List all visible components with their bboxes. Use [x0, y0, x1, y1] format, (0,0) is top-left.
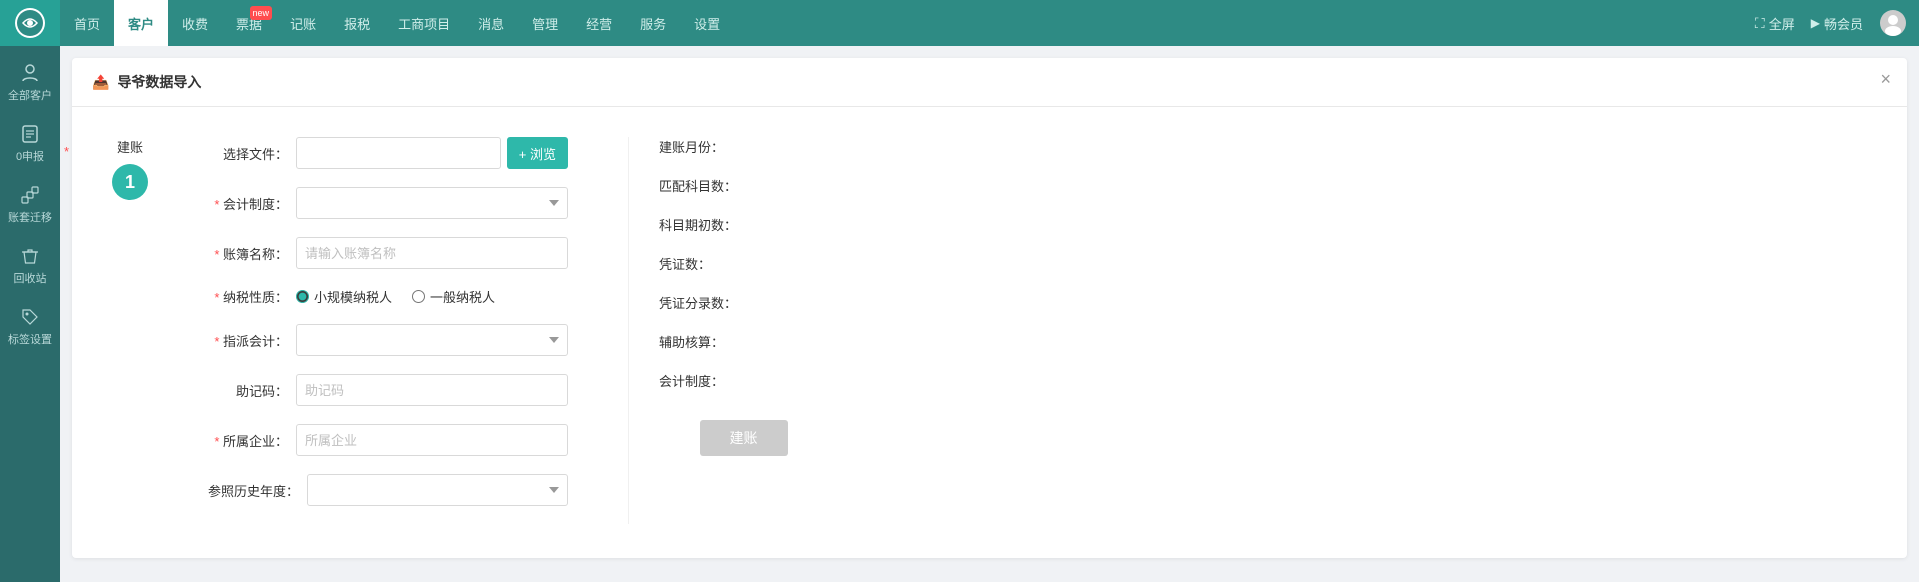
history-year-select[interactable]	[307, 474, 568, 506]
subject-init-label: 科目期初数：	[659, 215, 749, 234]
tax-option-general[interactable]: 一般纳税人	[412, 287, 495, 306]
history-year-row: 参照历史年度：	[208, 474, 568, 506]
panel-close-btn[interactable]: ×	[1880, 70, 1891, 88]
sidebar-item-zero-declare[interactable]: 0申报	[2, 115, 58, 172]
nav-item-customers[interactable]: 客户	[114, 0, 168, 46]
tax-type-radio-group: 小规模纳税人 一般纳税人	[296, 287, 568, 306]
tax-radio-small[interactable]	[296, 290, 309, 303]
nav-badge-new: new	[250, 6, 273, 20]
history-year-label: 参照历史年度：	[208, 481, 299, 500]
person-icon	[19, 62, 41, 84]
declare-icon	[19, 123, 41, 145]
nav-item-settings[interactable]: 设置	[680, 0, 734, 46]
select-file-label: 选择文件：*	[208, 144, 288, 163]
company-row: 所属企业：	[208, 424, 568, 456]
logo-area	[0, 0, 60, 46]
company-label: 所属企业：	[208, 431, 288, 450]
sidebar: 全部客户 0申报 账套迁移 回收站	[0, 46, 60, 582]
panel-header: 📤 导爷数据导入 ×	[72, 58, 1907, 107]
voucher-entries-row: 凭证分录数：	[659, 293, 828, 312]
assign-accountant-select[interactable]	[296, 324, 568, 356]
voucher-entries-label: 凭证分录数：	[659, 293, 749, 312]
sidebar-item-tags[interactable]: 标签设置	[2, 298, 58, 355]
memo-code-label: 助记码：	[208, 381, 288, 400]
nav-item-operations[interactable]: 经营	[572, 0, 626, 46]
subject-init-row: 科目期初数：	[659, 215, 828, 234]
info-section: 建账月份： 匹配科目数： 科目期初数： 凭证数： 凭证分录数：	[628, 137, 828, 524]
voucher-count-label: 凭证数：	[659, 254, 749, 273]
assign-accountant-label: 指派会计：	[208, 331, 288, 350]
sidebar-item-migrate[interactable]: 账套迁移	[2, 176, 58, 233]
nav-item-invoices[interactable]: 票据 new	[222, 0, 276, 46]
memo-code-row: 助记码：	[208, 374, 568, 406]
ledger-name-input[interactable]	[296, 237, 568, 269]
step-section: 建账 1	[112, 137, 148, 524]
sidebar-item-recycle[interactable]: 回收站	[2, 237, 58, 294]
accounting-system-select[interactable]	[296, 187, 568, 219]
match-subjects-label: 匹配科目数：	[659, 176, 749, 195]
main-content: 📤 导爷数据导入 × 建账 1 选择文件：* + 浏览	[60, 46, 1919, 582]
nav-item-messages[interactable]: 消息	[464, 0, 518, 46]
tax-type-label: 纳税性质：	[208, 287, 288, 306]
accounting-system2-label: 会计制度：	[659, 371, 749, 390]
import-icon: 📤	[92, 74, 109, 91]
ledger-name-row: 账簿名称：	[208, 237, 568, 269]
step-label: 建账	[117, 137, 143, 156]
sidebar-item-all-customers[interactable]: 全部客户	[2, 54, 58, 111]
migrate-icon	[19, 184, 41, 206]
assign-accountant-row: 指派会计：	[208, 324, 568, 356]
select-file-row: 选择文件：* + 浏览	[208, 137, 568, 169]
tag-icon	[19, 306, 41, 328]
trash-icon	[19, 245, 41, 267]
user-avatar[interactable]	[1879, 9, 1907, 37]
ledger-name-label: 账簿名称：	[208, 244, 288, 263]
logo-svg	[16, 9, 44, 37]
file-input[interactable]	[296, 137, 501, 169]
logo-icon	[15, 8, 45, 38]
file-input-group: + 浏览	[296, 137, 568, 169]
nav-item-services[interactable]: 服务	[626, 0, 680, 46]
accounting-system-label: 会计制度：	[208, 194, 288, 213]
nav-item-fees[interactable]: 收费	[168, 0, 222, 46]
vip-btn[interactable]: ▶ 畅会员	[1811, 14, 1863, 33]
voucher-count-row: 凭证数：	[659, 254, 828, 273]
fullscreen-btn[interactable]: ⛶ 全屏	[1755, 14, 1795, 33]
panel-body: 建账 1 选择文件：* + 浏览 会计制度：	[72, 107, 1907, 554]
nav-right: ⛶ 全屏 ▶ 畅会员	[1755, 9, 1907, 37]
company-input[interactable]	[296, 424, 568, 456]
auxiliary-label: 辅助核算：	[659, 332, 749, 351]
fullscreen-icon: ⛶	[1755, 15, 1765, 32]
nav-item-home[interactable]: 首页	[60, 0, 114, 46]
tax-option-small[interactable]: 小规模纳税人	[296, 287, 392, 306]
nav-item-management[interactable]: 管理	[518, 0, 572, 46]
nav-item-business[interactable]: 工商项目	[384, 0, 464, 46]
nav-item-tax[interactable]: 报税	[330, 0, 384, 46]
user-avatar-icon	[1879, 9, 1907, 37]
vip-icon: ▶	[1811, 16, 1820, 30]
panel-title: 导爷数据导入	[117, 72, 201, 92]
nav-items: 首页 客户 收费 票据 new 记账 报税 工商项目 消息 管理 经营	[60, 0, 1755, 46]
tax-radio-general[interactable]	[412, 290, 425, 303]
form-section: 选择文件：* + 浏览 会计制度： 账簿名称：	[208, 137, 568, 524]
match-subjects-row: 匹配科目数：	[659, 176, 828, 195]
top-nav: 首页 客户 收费 票据 new 记账 报税 工商项目 消息 管理 经营	[0, 0, 1919, 46]
build-account-btn[interactable]: 建账	[700, 420, 788, 456]
build-month-row: 建账月份：	[659, 137, 828, 156]
memo-code-input[interactable]	[296, 374, 568, 406]
accounting-system2-row: 会计制度：	[659, 371, 828, 390]
accounting-system-row: 会计制度：	[208, 187, 568, 219]
step-circle: 1	[112, 164, 148, 200]
tax-type-row: 纳税性质： 小规模纳税人 一般纳税人	[208, 287, 568, 306]
main-panel: 📤 导爷数据导入 × 建账 1 选择文件：* + 浏览	[72, 58, 1907, 558]
build-month-label: 建账月份：	[659, 137, 749, 156]
auxiliary-row: 辅助核算：	[659, 332, 828, 351]
nav-item-bookkeeping[interactable]: 记账	[276, 0, 330, 46]
browse-btn[interactable]: + 浏览	[507, 137, 568, 169]
